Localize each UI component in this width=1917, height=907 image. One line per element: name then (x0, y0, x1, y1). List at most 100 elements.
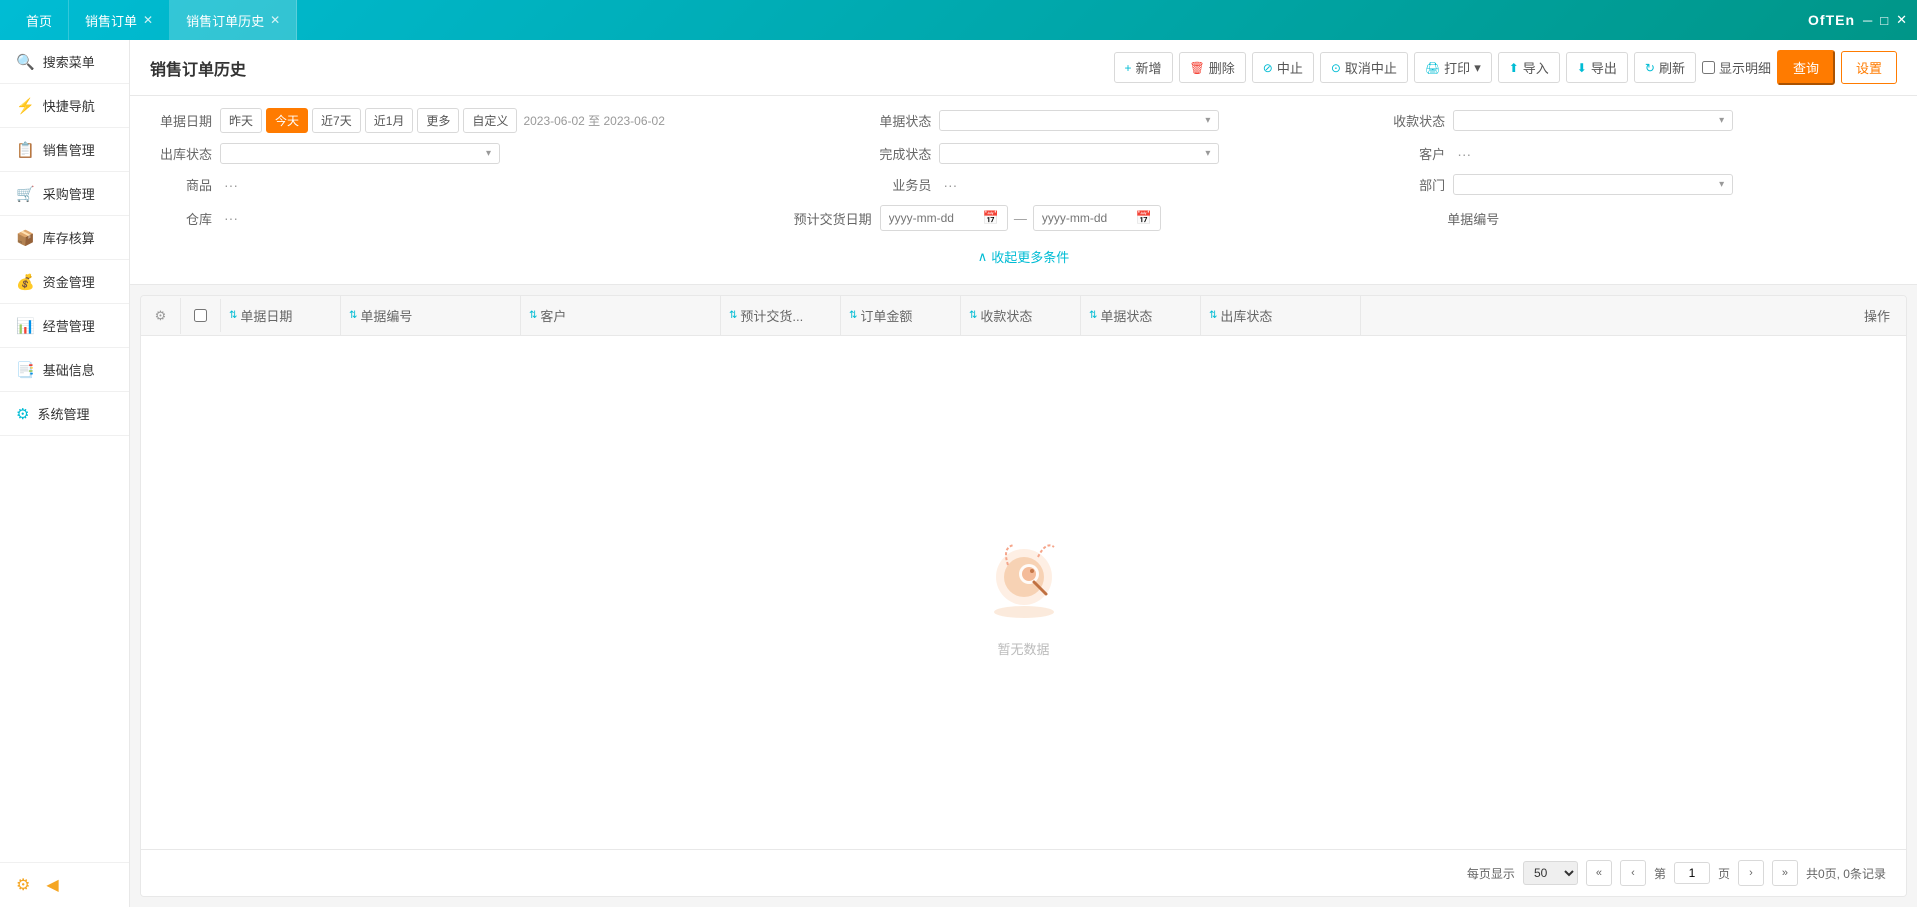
brand-label: OfTEn (1808, 12, 1855, 28)
tab-sales-order-history-close[interactable]: ✕ (270, 13, 280, 27)
stock-sort-icon[interactable]: ⇅ (1209, 310, 1217, 321)
date-sort-icon[interactable]: ⇅ (229, 310, 237, 321)
calendar-start-icon[interactable]: 📅 (983, 210, 999, 226)
tab-sales-order-history[interactable]: 销售订单历史 ✕ (170, 0, 297, 40)
empty-text: 暂无数据 (997, 639, 1049, 658)
date-btn-custom[interactable]: 自定义 (463, 108, 517, 133)
sidebar-item-finance[interactable]: 💰 资金管理 (0, 260, 129, 304)
gear-icon[interactable]: ⚙ (155, 308, 167, 324)
table-area: ⚙ ⇅ 单据日期 ⇅ 单据编号 ⇅ 客户 ⇅ (140, 295, 1907, 897)
customer-dots-btn[interactable]: ··· (1453, 144, 1475, 164)
th-pay-status-label: 收款状态 (980, 306, 1032, 325)
date-btn-1month[interactable]: 近1月 (365, 108, 414, 133)
department-select[interactable]: ▾ (1453, 174, 1733, 195)
content-area: 销售订单历史 + 新增 🗑 删除 ⊘ 中止 ⊙ 取消中止 (130, 40, 1917, 907)
goods-label: 商品 (150, 175, 220, 194)
sidebar-item-search[interactable]: 🔍 搜索菜单 (0, 40, 129, 84)
th-customer: ⇅ 客户 (521, 296, 721, 335)
add-button[interactable]: + 新增 (1114, 52, 1173, 83)
display-columns-toggle[interactable]: 显示明细 (1702, 58, 1771, 77)
filter-cell-order-status: 单据状态 ▾ (869, 110, 1383, 131)
salesperson-dots-btn[interactable]: ··· (939, 175, 961, 195)
sidebar: 🔍 搜索菜单 ⚡ 快捷导航 📋 销售管理 🛒 采购管理 📦 库存核算 💰 资金管… (0, 40, 130, 907)
sidebar-item-system[interactable]: ⚙ 系统管理 (0, 392, 129, 436)
th-delivery-label: 预计交货... (740, 306, 803, 325)
calendar-end-icon[interactable]: 📅 (1136, 210, 1152, 226)
sidebar-item-purchase[interactable]: 🛒 采购管理 (0, 172, 129, 216)
print-button[interactable]: 🖨 打印 ▾ (1414, 52, 1492, 83)
prev-page-btn[interactable]: ‹ (1620, 860, 1646, 886)
th-action: 操作 (1361, 296, 1906, 335)
th-gear[interactable]: ⚙ (141, 298, 181, 334)
th-checkbox[interactable] (181, 299, 221, 332)
display-columns-checkbox[interactable] (1702, 61, 1715, 74)
sidebar-item-sales[interactable]: 📋 销售管理 (0, 128, 129, 172)
print-arrow-icon: ▾ (1474, 60, 1481, 76)
last-page-btn[interactable]: » (1772, 860, 1798, 886)
delivery-date-label: 预计交货日期 (794, 209, 880, 228)
search-button[interactable]: 查询 (1777, 50, 1835, 85)
date-btn-7days[interactable]: 近7天 (312, 108, 361, 133)
complete-status-select[interactable]: ▾ (939, 143, 1219, 164)
tab-home[interactable]: 首页 (10, 0, 69, 40)
page-input[interactable] (1674, 862, 1710, 884)
amount-sort-icon[interactable]: ⇅ (849, 310, 857, 321)
customer-sort-icon[interactable]: ⇅ (529, 310, 537, 321)
import-button[interactable]: ⬆ 导入 (1498, 52, 1560, 83)
delete-icon: 🗑 (1190, 61, 1205, 75)
stock-status-arrow-icon: ▾ (486, 148, 491, 159)
date-btn-more[interactable]: 更多 (417, 108, 459, 133)
pay-sort-icon[interactable]: ⇅ (969, 310, 977, 321)
refresh-button[interactable]: ↻ 刷新 (1634, 52, 1696, 83)
order-status-sort-icon[interactable]: ⇅ (1089, 310, 1097, 321)
department-label: 部门 (1383, 175, 1453, 194)
warehouse-dots-btn[interactable]: ··· (220, 208, 242, 228)
th-amount-label: 订单金额 (860, 306, 912, 325)
sidebar-item-basic-info-label: 基础信息 (43, 360, 95, 379)
stop-button-label: 中止 (1277, 58, 1303, 77)
page-size-select[interactable]: 50 10 20 100 (1523, 861, 1578, 885)
goods-dots-btn[interactable]: ··· (220, 175, 242, 195)
delete-button[interactable]: 🗑 删除 (1179, 52, 1246, 83)
cancel-stop-button[interactable]: ⊙ 取消中止 (1320, 52, 1408, 83)
salesperson-label: 业务员 (869, 175, 939, 194)
collapse-sidebar-icon[interactable]: ◀ (46, 875, 58, 895)
tab-sales-order[interactable]: 销售订单 ✕ (69, 0, 170, 40)
filter-row-3: 商品 ··· 业务员 ··· 部门 ▾ (150, 174, 1897, 195)
first-page-btn[interactable]: « (1586, 860, 1612, 886)
page-size-label: 每页显示 (1467, 865, 1515, 882)
sidebar-item-basic-info[interactable]: 📑 基础信息 (0, 348, 129, 392)
order-no-sort-icon[interactable]: ⇅ (349, 310, 357, 321)
close-btn[interactable]: ✕ (1896, 12, 1907, 28)
sidebar-item-management[interactable]: 📊 经营管理 (0, 304, 129, 348)
stock-status-select[interactable]: ▾ (220, 143, 500, 164)
minimize-btn[interactable]: ─ (1863, 13, 1872, 28)
date-btn-today[interactable]: 今天 (266, 108, 308, 133)
refresh-icon: ↻ (1645, 61, 1655, 75)
sidebar-item-inventory[interactable]: 📦 库存核算 (0, 216, 129, 260)
settings-button[interactable]: 设置 (1841, 51, 1897, 84)
sidebar-item-quicknav[interactable]: ⚡ 快捷导航 (0, 84, 129, 128)
select-all-checkbox[interactable] (194, 309, 207, 322)
delivery-date-end-input[interactable] (1042, 211, 1132, 225)
export-button-label: 导出 (1591, 58, 1617, 77)
stop-button[interactable]: ⊘ 中止 (1252, 52, 1314, 83)
next-page-btn[interactable]: › (1738, 860, 1764, 886)
page-title-bar: 销售订单历史 + 新增 🗑 删除 ⊘ 中止 ⊙ 取消中止 (130, 40, 1917, 96)
top-bar-right: OfTEn ─ □ ✕ (1808, 12, 1907, 28)
order-status-select[interactable]: ▾ (939, 110, 1219, 131)
restore-btn[interactable]: □ (1880, 13, 1888, 28)
tab-sales-order-close[interactable]: ✕ (143, 13, 153, 27)
date-btn-yesterday[interactable]: 昨天 (220, 108, 262, 133)
quicknav-icon: ⚡ (16, 97, 35, 115)
date-selector: 昨天 今天 近7天 近1月 更多 自定义 (220, 108, 517, 133)
sidebar-item-system-label: 系统管理 (37, 404, 89, 423)
delivery-sort-icon[interactable]: ⇅ (729, 310, 737, 321)
collapse-bar[interactable]: ∧ 收起更多条件 (150, 241, 1897, 272)
page-label: 第 (1654, 865, 1666, 882)
export-button[interactable]: ⬇ 导出 (1566, 52, 1628, 83)
settings-bottom-icon[interactable]: ⚙ (16, 875, 30, 895)
th-delivery: ⇅ 预计交货... (721, 296, 841, 335)
delivery-date-start-input[interactable] (889, 211, 979, 225)
payment-status-select[interactable]: ▾ (1453, 110, 1733, 131)
